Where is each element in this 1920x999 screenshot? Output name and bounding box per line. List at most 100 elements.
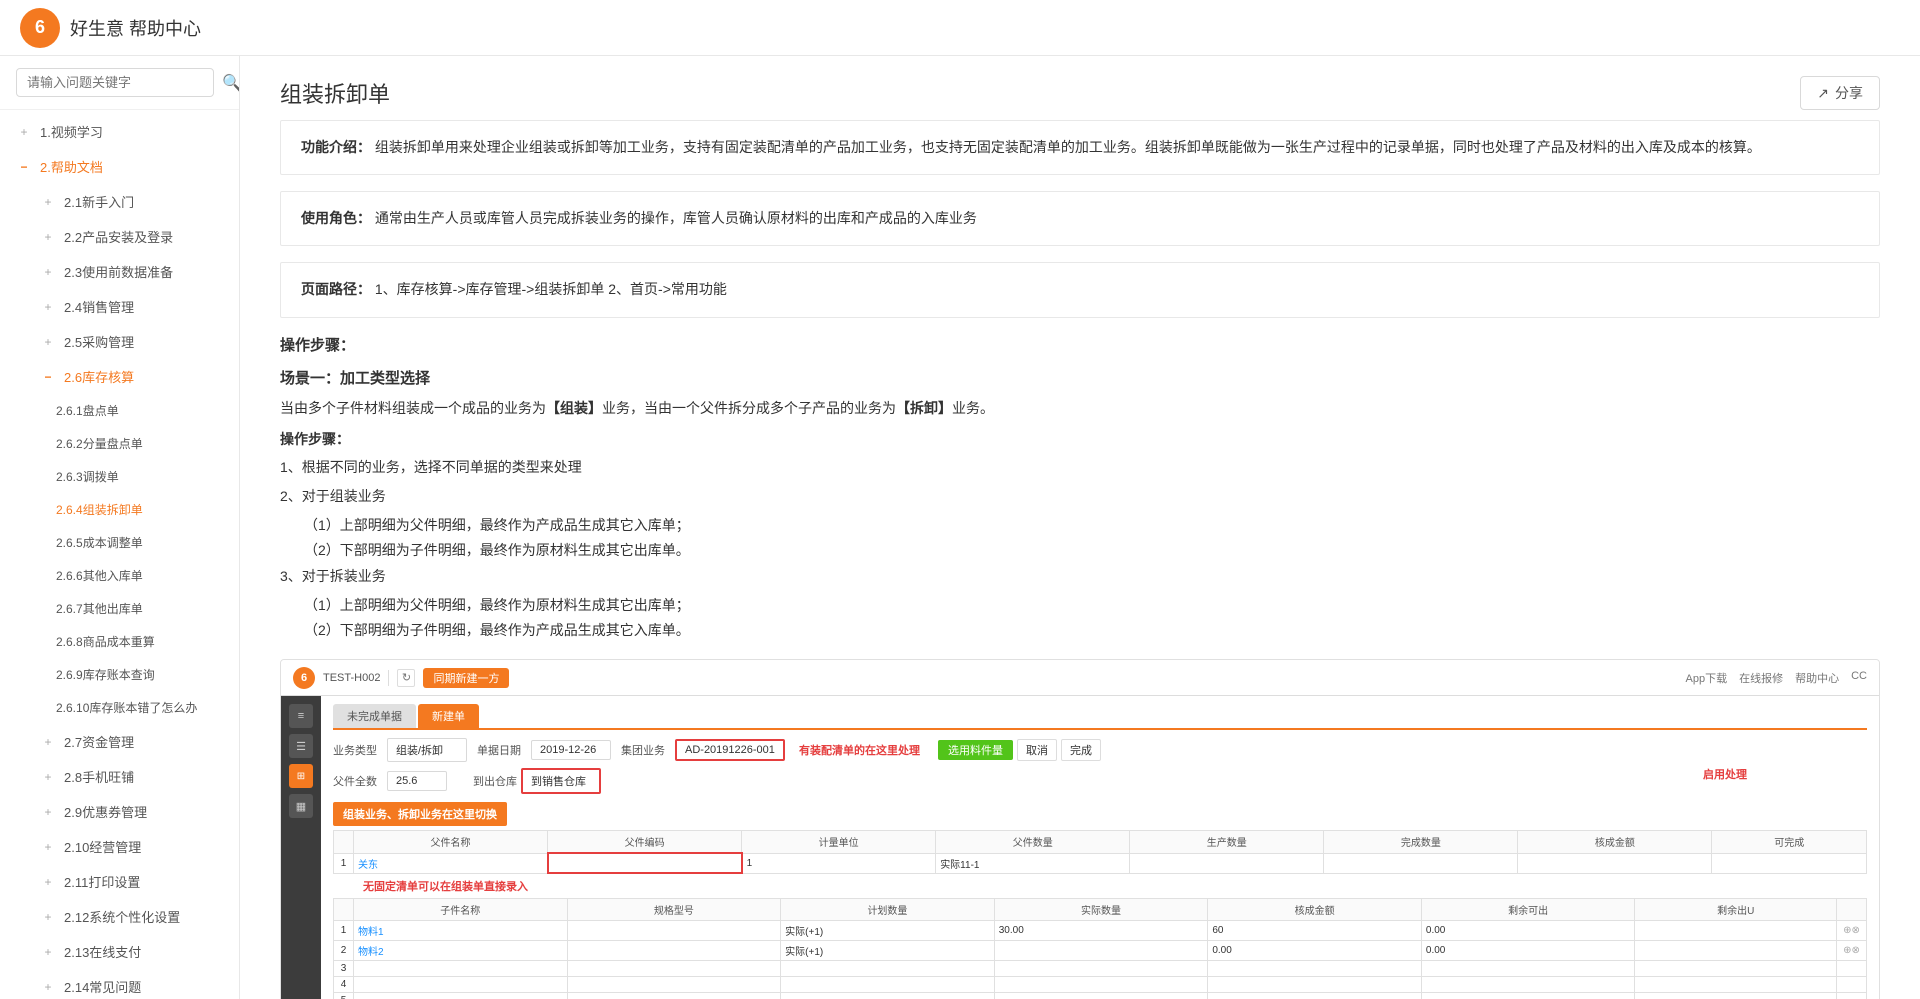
mock-company: TEST-H002 — [323, 672, 380, 684]
role-label: 使用角色： — [301, 210, 371, 226]
search-input[interactable] — [16, 68, 214, 97]
sidebar-item-payment[interactable]: + 2.13在线支付 — [0, 934, 239, 969]
plus-icon-5: + — [40, 299, 56, 315]
sidebar-item-adjust[interactable]: 2.6.3调拨单 — [0, 460, 239, 493]
mock-th-spec: 规格型号 — [567, 899, 781, 921]
mock-label-date: 单据日期 — [477, 742, 521, 758]
mock-topbar-links: App下载 在线报修 帮助中心 CC — [1686, 670, 1867, 686]
sidebar-item-print[interactable]: + 2.11打印设置 — [0, 864, 239, 899]
mock-save-btn[interactable]: 完成 — [1061, 739, 1101, 761]
plus-icon-7: + — [40, 734, 56, 750]
sidebar-item-coupon[interactable]: + 2.9优惠券管理 — [0, 794, 239, 829]
role-box: 使用角色： 通常由生产人员或库管人员完成拆装业务的操作，库管人员确认原材料的出库… — [280, 191, 1880, 246]
sidebar-item-other-out[interactable]: 2.6.7其他出库单 — [0, 592, 239, 625]
mock-screenshot: 6 TEST-H002 ↻ 同期新建一方 App下载 在线报修 帮助中心 CC — [281, 660, 1879, 999]
sidebar-item-docs[interactable]: − 2.帮助文档 — [0, 149, 239, 184]
plus-icon-8: + — [40, 769, 56, 785]
mock-label-count: 父件全数 — [333, 773, 377, 789]
mock-lower-row1: 1 物料1 实际(+1) 30.00 60 0.00 ⊕⊗ — [334, 921, 1867, 941]
main-layout: 🔍 + 1.视频学习 − 2.帮助文档 + 2.1新手入门 + 2.2产品安装及… — [0, 56, 1920, 999]
sidebar-item-stock-count[interactable]: 2.6.1盘点单 — [0, 394, 239, 427]
mock-tabs: 未完成单据 新建单 — [333, 704, 1867, 730]
plus-icon-4: + — [40, 264, 56, 280]
sidebar-item-goods-cost[interactable]: 2.6.8商品成本重算 — [0, 625, 239, 658]
mock-tab-incomplete[interactable]: 未完成单据 — [333, 704, 416, 728]
sidebar-item-inventory[interactable]: − 2.6库存核算 — [0, 359, 239, 394]
mock-row2-actions[interactable]: ⊕⊗ — [1843, 945, 1860, 956]
mock-form-section: 业务类型 组装/拆卸 单据日期 2019-12-26 集团业务 AD-20191… — [333, 738, 1867, 794]
mock-form-row1: 业务类型 组装/拆卸 单据日期 2019-12-26 集团业务 AD-20191… — [333, 738, 1867, 762]
sidebar-item-faq[interactable]: + 2.14常见问题 — [0, 969, 239, 999]
mock-repair-link[interactable]: 在线报修 — [1739, 670, 1783, 686]
mock-row1-actions[interactable]: ⊕⊗ — [1843, 925, 1860, 936]
mock-upper-row1: 1 关东 1 实际11-1 — [334, 853, 1867, 873]
path-text: 1、库存核算->库存管理->组装拆卸单 2、首页->常用功能 — [375, 281, 727, 297]
sidebar: 🔍 + 1.视频学习 − 2.帮助文档 + 2.1新手入门 + 2.2产品安装及… — [0, 56, 240, 999]
mock-type-switch-header: 组装业务、拆卸业务在这里切换 — [333, 802, 507, 826]
mock-input-group[interactable]: AD-20191226-001 — [675, 739, 785, 761]
feature-intro-label: 功能介绍： — [301, 139, 371, 155]
mock-lower-row3: 3 — [334, 961, 1867, 977]
step1: 1、根据不同的业务，选择不同单据的类型来处理 — [280, 455, 1880, 480]
search-bar: 🔍 — [0, 56, 239, 110]
mock-refresh[interactable]: ↻ — [397, 669, 415, 687]
mock-label-type: 业务类型 — [333, 742, 377, 758]
mock-confirm-btn[interactable]: 选用料件量 — [938, 740, 1013, 760]
plus-icon-6: + — [40, 334, 56, 350]
mock-th-parent-name: 父件名称 — [354, 831, 548, 854]
logo-icon: 6 — [20, 8, 60, 48]
sidebar-item-operation[interactable]: + 2.10经营管理 — [0, 829, 239, 864]
mock-sidebar-icon4[interactable]: ▦ — [289, 794, 313, 818]
sidebar-item-install[interactable]: + 2.2产品安装及登录 — [0, 219, 239, 254]
mock-th-remain-u: 剩余出U — [1635, 899, 1837, 921]
search-button[interactable]: 🔍 — [222, 73, 240, 93]
mock-cc-link[interactable]: CC — [1851, 670, 1867, 686]
mock-tab-new[interactable]: 新建单 — [418, 704, 479, 728]
sidebar-item-video[interactable]: + 1.视频学习 — [0, 114, 239, 149]
mock-sidebar-icon2[interactable]: ☰ — [289, 734, 313, 758]
sidebar-item-assembly[interactable]: 2.6.4组装拆卸单 — [0, 493, 239, 526]
sidebar-item-mobile[interactable]: + 2.8手机旺铺 — [0, 759, 239, 794]
screenshot-container: 6 TEST-H002 ↻ 同期新建一方 App下载 在线报修 帮助中心 CC — [280, 659, 1880, 999]
step3-sub1: （1）上部明细为父件明细，最终作为原材料生成其它出库单； — [280, 593, 1880, 618]
mock-label-group: 集团业务 — [621, 742, 665, 758]
sidebar-item-prepare[interactable]: + 2.3使用前数据准备 — [0, 254, 239, 289]
mock-th-complete: 完成数量 — [1324, 831, 1518, 854]
mock-app-link[interactable]: App下载 — [1686, 670, 1728, 686]
sidebar-item-sales[interactable]: + 2.4销售管理 — [0, 289, 239, 324]
sidebar-item-stock-query[interactable]: 2.6.9库存账本查询 — [0, 658, 239, 691]
sidebar-item-settings[interactable]: + 2.12系统个性化设置 — [0, 899, 239, 934]
sidebar-item-cost-adjust[interactable]: 2.6.5成本调整单 — [0, 526, 239, 559]
mock-input-type[interactable]: 组装/拆卸 — [387, 738, 467, 762]
mock-btn-group: 选用料件量 取消 完成 — [938, 739, 1101, 761]
sidebar-item-newcomer[interactable]: + 2.1新手入门 — [0, 184, 239, 219]
mock-input-warehouse[interactable]: 到销售仓库 — [521, 768, 601, 794]
content-area: 组装拆卸单 ↗ 分享 功能介绍： 组装拆卸单用来处理企业组装或拆卸等加工业务，支… — [240, 56, 1920, 999]
steps-title: 操作步骤： — [280, 429, 1880, 449]
logo-area: 6 好生意 帮助中心 — [20, 8, 201, 48]
plus-icon-12: + — [40, 909, 56, 925]
sidebar-item-purchase[interactable]: + 2.5采购管理 — [0, 324, 239, 359]
mock-input-count[interactable]: 25.6 — [387, 771, 447, 791]
mock-sidebar: ≡ ☰ ⊞ ▦ — [281, 696, 321, 999]
path-label: 页面路径： — [301, 281, 371, 297]
mock-sidebar-icon1[interactable]: ≡ — [289, 704, 313, 728]
sidebar-item-stock-error[interactable]: 2.6.10库存账本错了怎么办 — [0, 691, 239, 724]
mock-sidebar-icon3[interactable]: ⊞ — [289, 764, 313, 788]
sidebar-item-other-in[interactable]: 2.6.6其他入库单 — [0, 559, 239, 592]
mock-new-btn[interactable]: 同期新建一方 — [423, 668, 509, 688]
share-button[interactable]: ↗ 分享 — [1800, 76, 1880, 110]
mock-upper-table: 父件名称 父件编码 计量单位 父件数量 生产数量 完成数量 核成金额 可完成 — [333, 830, 1867, 874]
plus-icon: + — [16, 124, 32, 140]
scenario-desc: 当由多个子件材料组装成一个成品的业务为【组装】业务，当由一个父件拆分成多个子产品… — [280, 396, 1880, 421]
mock-help-link[interactable]: 帮助中心 — [1795, 670, 1839, 686]
page-title: 组装拆卸单 — [280, 77, 390, 109]
plus-icon-13: + — [40, 944, 56, 960]
mock-logo: 6 — [293, 667, 315, 689]
sidebar-item-partial-count[interactable]: 2.6.2分量盘点单 — [0, 427, 239, 460]
mock-main-content: 未完成单据 新建单 业务类型 组装/拆卸 单据日期 2019-12-26 集团业… — [321, 696, 1879, 999]
role-text: 通常由生产人员或库管人员完成拆装业务的操作，库管人员确认原材料的出库和产成品的入… — [375, 210, 977, 226]
sidebar-item-finance[interactable]: + 2.7资金管理 — [0, 724, 239, 759]
mock-cancel-btn[interactable]: 取消 — [1017, 739, 1057, 761]
mock-input-date[interactable]: 2019-12-26 — [531, 740, 611, 760]
